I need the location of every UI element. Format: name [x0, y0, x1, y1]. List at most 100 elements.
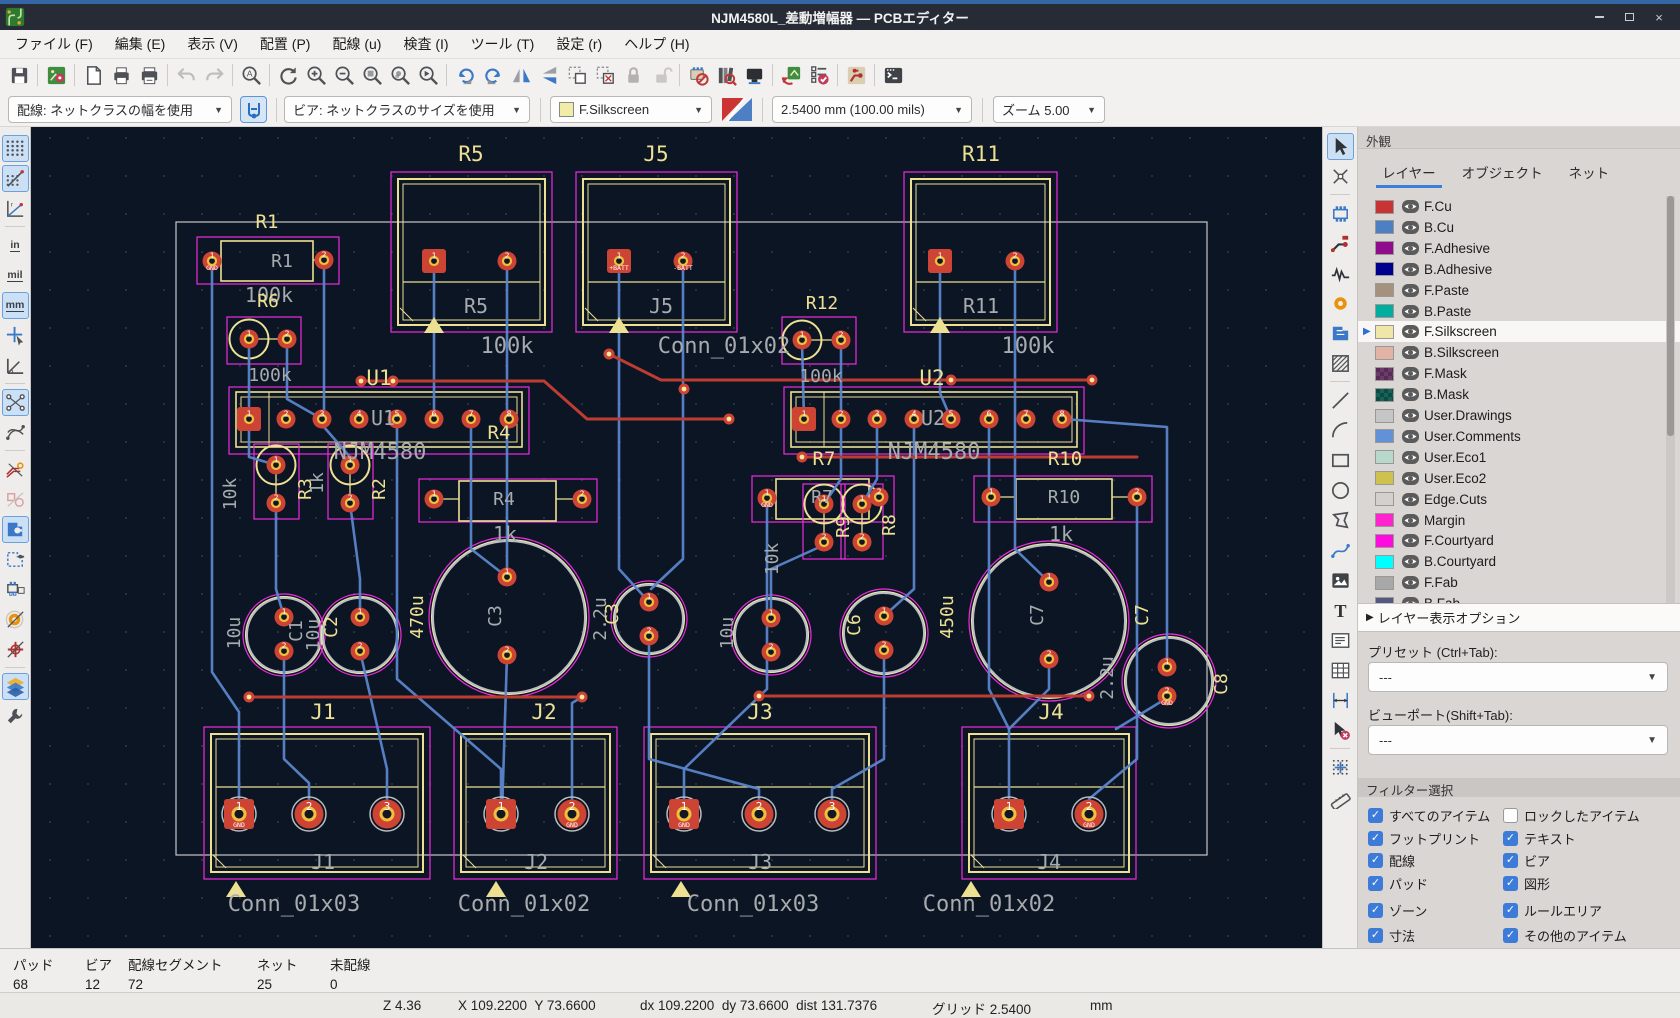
draw-bezier-icon[interactable] — [1327, 537, 1354, 564]
layer-color-swatch[interactable] — [1375, 283, 1394, 298]
zone-outline-icon[interactable] — [2, 546, 29, 573]
layer-visibility-eye-icon[interactable] — [1402, 304, 1419, 318]
menu-表示[interactable]: 表示 (V) — [176, 30, 249, 58]
layer-visibility-eye-icon[interactable] — [1402, 220, 1419, 234]
layer-color-swatch[interactable] — [1375, 199, 1394, 214]
layer-row-User.Comments[interactable]: User.Comments — [1358, 426, 1680, 447]
cursor-full-crosshair-icon[interactable] — [2, 322, 29, 349]
tab-オブジェクト[interactable]: オブジェクト — [1456, 154, 1549, 190]
place-table-icon[interactable] — [1327, 657, 1354, 684]
layer-color-swatch[interactable] — [1375, 575, 1394, 590]
layer-row-User.Drawings[interactable]: User.Drawings — [1358, 405, 1680, 426]
layer-color-swatch[interactable] — [1375, 304, 1394, 318]
ratsnest-visibility-icon[interactable] — [1, 388, 29, 416]
checkbox-icon[interactable]: ✓ — [1368, 876, 1383, 891]
menu-編集[interactable]: 編集 (E) — [104, 30, 177, 58]
appearance-manager-icon[interactable] — [1, 672, 29, 700]
layer-color-swatch[interactable] — [1375, 450, 1394, 465]
group-icon[interactable] — [563, 61, 591, 89]
zoom-select[interactable]: ズーム 5.00 ▼ — [993, 96, 1105, 123]
redo-icon[interactable] — [200, 61, 228, 89]
minimize-button[interactable] — [1588, 8, 1610, 26]
layer-color-swatch[interactable] — [1375, 408, 1394, 423]
draw-arc-icon[interactable] — [1327, 417, 1354, 444]
measure-icon[interactable] — [1327, 784, 1354, 811]
plot-icon[interactable] — [135, 61, 163, 89]
filter-寸法[interactable]: ✓ 寸法 — [1368, 926, 1415, 945]
layer-row-F.Fab[interactable]: F.Fab — [1358, 572, 1680, 593]
place-image-icon[interactable] — [1327, 567, 1354, 594]
route-tracks-icon[interactable] — [1327, 230, 1354, 257]
filter-パッド[interactable]: ✓ パッド — [1368, 874, 1428, 893]
layer-row-User.Eco2[interactable]: User.Eco2 — [1358, 468, 1680, 489]
layer-row-F.Silkscreen[interactable]: ▶ F.Silkscreen — [1358, 321, 1680, 343]
menu-設定[interactable]: 設定 (r) — [545, 30, 613, 58]
layer-visibility-eye-icon[interactable] — [1402, 262, 1419, 276]
flip-vertical-icon[interactable] — [535, 61, 563, 89]
layer-visibility-eye-icon[interactable] — [1402, 325, 1419, 339]
ungroup-icon[interactable] — [591, 61, 619, 89]
menu-配置[interactable]: 配置 (P) — [249, 30, 322, 58]
tab-レイヤー[interactable]: レイヤー — [1376, 154, 1442, 190]
footprints-outline-icon[interactable] — [2, 576, 29, 603]
layer-row-B.Adhesive[interactable]: B.Adhesive — [1358, 259, 1680, 280]
properties-panel-icon[interactable] — [2, 703, 29, 730]
via-clearance-icon[interactable] — [2, 636, 29, 663]
print-icon[interactable] — [107, 61, 135, 89]
auto-track-width-toggle[interactable] — [240, 96, 267, 123]
drc-check-icon[interactable] — [805, 61, 833, 89]
draw-zone-icon[interactable] — [1327, 320, 1354, 347]
flip-horizontal-icon[interactable] — [507, 61, 535, 89]
layer-row-User.Eco1[interactable]: User.Eco1 — [1358, 447, 1680, 468]
layer-row-F.Courtyard[interactable]: F.Courtyard — [1358, 530, 1680, 551]
filter-ロックしたアイテム[interactable]: ロックしたアイテム — [1503, 806, 1640, 825]
units-mils-icon[interactable]: mil — [2, 262, 29, 289]
layer-row-F.Cu[interactable]: F.Cu — [1358, 196, 1680, 217]
layer-visibility-eye-icon[interactable] — [1402, 492, 1419, 506]
layer-color-swatch[interactable] — [1375, 241, 1394, 256]
layer-color-swatch[interactable] — [1375, 220, 1394, 235]
ratsnest-curved-icon[interactable] — [2, 419, 29, 446]
lock-icon[interactable] — [619, 61, 647, 89]
filter-その他のアイテム[interactable]: ✓ その他のアイテム — [1503, 926, 1627, 945]
units-mm-icon[interactable]: mm — [1, 291, 29, 319]
undo-icon[interactable] — [172, 61, 200, 89]
filter-フットプリント[interactable]: ✓ フットプリント — [1368, 829, 1480, 848]
layer-visibility-eye-icon[interactable] — [1402, 513, 1419, 527]
checkbox-icon[interactable]: ✓ — [1368, 808, 1383, 823]
checkbox-icon[interactable]: ✓ — [1503, 876, 1518, 891]
place-footprint-icon[interactable] — [1327, 200, 1354, 227]
layer-color-swatch[interactable] — [1375, 554, 1394, 569]
refresh-icon[interactable] — [274, 61, 302, 89]
checkbox-icon[interactable]: ✓ — [1368, 853, 1383, 868]
place-textbox-icon[interactable] — [1327, 627, 1354, 654]
checkbox-icon[interactable]: ✓ — [1368, 831, 1383, 846]
layer-visibility-eye-icon[interactable] — [1402, 200, 1419, 213]
layer-visibility-eye-icon[interactable] — [1402, 283, 1419, 297]
menu-ツール[interactable]: ツール (T) — [460, 30, 546, 58]
unlock-icon[interactable] — [647, 61, 675, 89]
track-tool-icon[interactable] — [842, 61, 870, 89]
draw-circle-icon[interactable] — [1327, 477, 1354, 504]
tune-length-icon[interactable] — [1327, 260, 1354, 287]
layer-row-Margin[interactable]: Margin — [1358, 510, 1680, 531]
zoom-out-icon[interactable] — [330, 61, 358, 89]
grid-visibility-icon[interactable] — [1, 134, 29, 162]
library-inspect-icon[interactable] — [712, 61, 740, 89]
polar-coordinates-icon[interactable]: r — [2, 195, 29, 222]
filter-ビア[interactable]: ✓ ビア — [1503, 851, 1550, 870]
zoom-fit-objects-icon[interactable] — [386, 61, 414, 89]
filter-すべてのアイテム[interactable]: ✓ すべてのアイテム — [1368, 806, 1490, 825]
dimension-icon[interactable] — [1327, 687, 1354, 714]
scripting-console-icon[interactable] — [879, 61, 907, 89]
rotate-cw-icon[interactable] — [479, 61, 507, 89]
local-ratsnest-icon[interactable] — [1327, 163, 1354, 190]
layer-color-swatch[interactable] — [1375, 345, 1394, 360]
filter-配線[interactable]: ✓ 配線 — [1368, 851, 1415, 870]
save-icon[interactable] — [5, 61, 33, 89]
layer-color-swatch[interactable] — [1375, 366, 1394, 381]
pads-outline-icon[interactable] — [2, 486, 29, 513]
tracks-outline-icon[interactable] — [2, 456, 29, 483]
update-pcb-icon[interactable] — [777, 61, 805, 89]
place-text-icon[interactable]: T — [1327, 597, 1354, 624]
